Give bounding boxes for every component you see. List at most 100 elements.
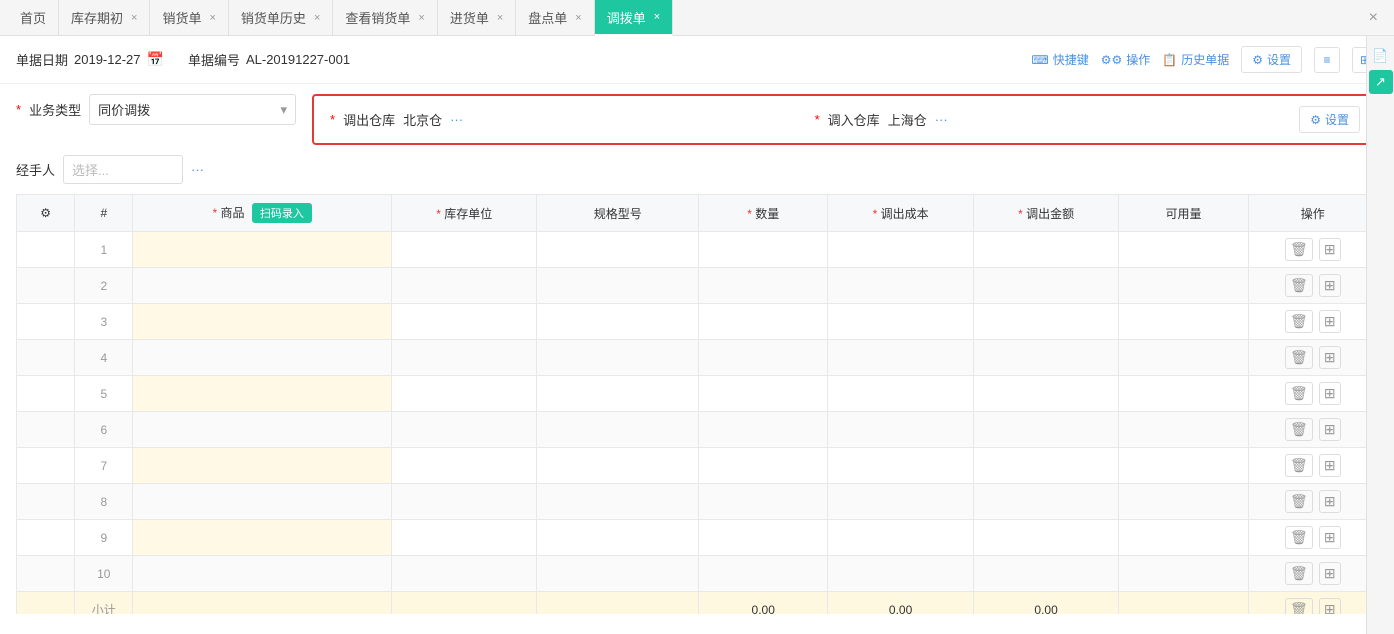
tab-sales-history[interactable]: 销货单历史 ×: [229, 0, 333, 36]
layout-button-1[interactable]: ≡: [1314, 47, 1340, 73]
tab-home[interactable]: 首页: [8, 0, 59, 36]
td-available-11[interactable]: [1119, 592, 1248, 615]
tab-sales-history-close[interactable]: ×: [314, 12, 320, 24]
td-spec-5[interactable]: [537, 376, 699, 412]
td-unit-7[interactable]: [391, 448, 536, 484]
copy-icon-7[interactable]: ⊞: [1319, 454, 1341, 477]
td-qty-7[interactable]: [699, 448, 828, 484]
td-qty-9[interactable]: [699, 520, 828, 556]
td-product-4[interactable]: [133, 340, 392, 376]
copy-icon-1[interactable]: ⊞: [1319, 238, 1341, 261]
td-available-10[interactable]: [1119, 556, 1248, 592]
td-cost-8[interactable]: [828, 484, 973, 520]
td-product-2[interactable]: [133, 268, 392, 304]
td-cost-9[interactable]: [828, 520, 973, 556]
td-qty-10[interactable]: [699, 556, 828, 592]
tab-inventory-check-close[interactable]: ×: [575, 12, 581, 24]
copy-icon-11[interactable]: ⊞: [1319, 598, 1341, 614]
td-spec-6[interactable]: [537, 412, 699, 448]
td-spec-7[interactable]: [537, 448, 699, 484]
td-gear-3[interactable]: [17, 304, 75, 340]
td-available-4[interactable]: [1119, 340, 1248, 376]
td-available-9[interactable]: [1119, 520, 1248, 556]
delete-icon-2[interactable]: 🗑: [1285, 274, 1313, 297]
td-qty-3[interactable]: [699, 304, 828, 340]
td-unit-9[interactable]: [391, 520, 536, 556]
td-cost-7[interactable]: [828, 448, 973, 484]
td-available-3[interactable]: [1119, 304, 1248, 340]
td-gear-7[interactable]: [17, 448, 75, 484]
td-spec-4[interactable]: [537, 340, 699, 376]
td-gear-10[interactable]: [17, 556, 75, 592]
td-available-6[interactable]: [1119, 412, 1248, 448]
td-product-11[interactable]: [133, 592, 392, 615]
td-qty-1[interactable]: [699, 232, 828, 268]
td-product-6[interactable]: [133, 412, 392, 448]
delete-icon-6[interactable]: 🗑: [1285, 418, 1313, 441]
td-amount-6[interactable]: [973, 412, 1118, 448]
copy-icon-4[interactable]: ⊞: [1319, 346, 1341, 369]
td-unit-10[interactable]: [391, 556, 536, 592]
operations-action[interactable]: ⚙⚙ 操作: [1101, 51, 1151, 68]
warehouse-out-more-button[interactable]: ···: [450, 112, 463, 127]
td-available-2[interactable]: [1119, 268, 1248, 304]
td-product-7[interactable]: [133, 448, 392, 484]
delete-icon-7[interactable]: 🗑: [1285, 454, 1313, 477]
td-unit-1[interactable]: [391, 232, 536, 268]
copy-icon-9[interactable]: ⊞: [1319, 526, 1341, 549]
shortcut-action[interactable]: ⌨ 快捷键: [1031, 51, 1088, 68]
td-amount-2[interactable]: [973, 268, 1118, 304]
td-spec-1[interactable]: [537, 232, 699, 268]
calendar-icon[interactable]: 📅: [147, 51, 164, 68]
td-amount-5[interactable]: [973, 376, 1118, 412]
td-unit-4[interactable]: [391, 340, 536, 376]
delete-icon-3[interactable]: 🗑: [1285, 310, 1313, 333]
tab-sales-order[interactable]: 销货单 ×: [150, 0, 228, 36]
tab-view-sales-close[interactable]: ×: [418, 12, 424, 24]
td-qty-2[interactable]: [699, 268, 828, 304]
td-amount-9[interactable]: [973, 520, 1118, 556]
td-amount-10[interactable]: [973, 556, 1118, 592]
td-available-5[interactable]: [1119, 376, 1248, 412]
td-amount-4[interactable]: [973, 340, 1118, 376]
td-amount-11[interactable]: 0.00: [973, 592, 1118, 615]
tab-purchase-order-close[interactable]: ×: [497, 12, 503, 24]
td-spec-3[interactable]: [537, 304, 699, 340]
td-amount-1[interactable]: [973, 232, 1118, 268]
td-unit-6[interactable]: [391, 412, 536, 448]
td-cost-3[interactable]: [828, 304, 973, 340]
tab-view-sales[interactable]: 查看销货单 ×: [333, 0, 437, 36]
td-cost-10[interactable]: [828, 556, 973, 592]
td-unit-5[interactable]: [391, 376, 536, 412]
td-amount-8[interactable]: [973, 484, 1118, 520]
td-cost-6[interactable]: [828, 412, 973, 448]
td-amount-7[interactable]: [973, 448, 1118, 484]
tab-inventory-init-close[interactable]: ×: [131, 12, 137, 24]
td-product-5[interactable]: [133, 376, 392, 412]
td-available-7[interactable]: [1119, 448, 1248, 484]
window-close-button[interactable]: ×: [1361, 9, 1386, 27]
td-available-1[interactable]: [1119, 232, 1248, 268]
delete-icon-4[interactable]: 🗑: [1285, 346, 1313, 369]
tab-transfer-order-close[interactable]: ×: [654, 11, 660, 23]
td-spec-2[interactable]: [537, 268, 699, 304]
td-cost-11[interactable]: 0.00: [828, 592, 973, 615]
td-cost-4[interactable]: [828, 340, 973, 376]
td-spec-9[interactable]: [537, 520, 699, 556]
tab-transfer-order[interactable]: 调拨单 ×: [595, 0, 673, 36]
sidebar-doc-icon[interactable]: 📄: [1369, 44, 1393, 68]
td-product-10[interactable]: [133, 556, 392, 592]
td-qty-11[interactable]: 0.00: [699, 592, 828, 615]
tab-inventory-init[interactable]: 库存期初 ×: [59, 0, 150, 36]
td-product-3[interactable]: [133, 304, 392, 340]
td-amount-3[interactable]: [973, 304, 1118, 340]
td-gear-1[interactable]: [17, 232, 75, 268]
delete-icon-1[interactable]: 🗑: [1285, 238, 1313, 261]
td-qty-5[interactable]: [699, 376, 828, 412]
td-spec-11[interactable]: [537, 592, 699, 615]
th-gear[interactable]: ⚙: [17, 195, 75, 232]
td-spec-8[interactable]: [537, 484, 699, 520]
td-gear-11[interactable]: [17, 592, 75, 615]
td-unit-3[interactable]: [391, 304, 536, 340]
copy-icon-3[interactable]: ⊞: [1319, 310, 1341, 333]
